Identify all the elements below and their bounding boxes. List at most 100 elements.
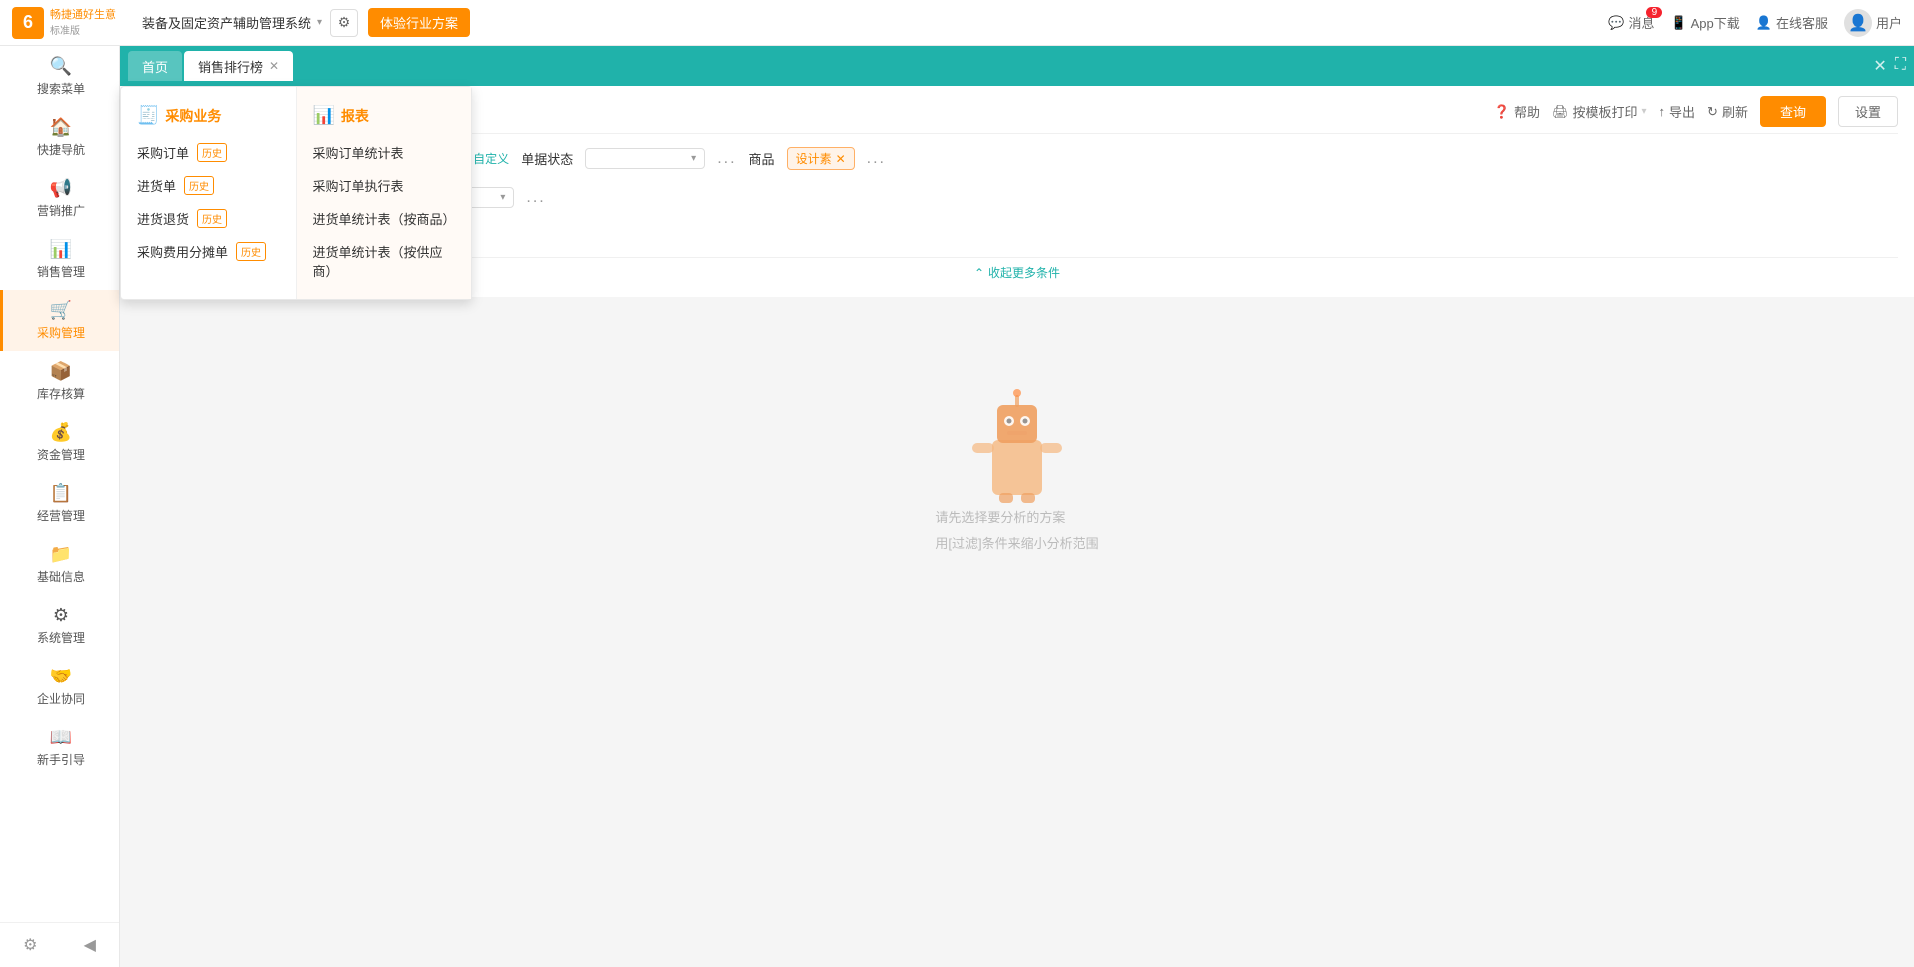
tab-window-controls: ✕ ⛶ bbox=[1873, 56, 1906, 76]
dropdown-item-purchase-cost[interactable]: 采购费用分摊单 历史 bbox=[121, 235, 296, 268]
user-label: 用户 bbox=[1876, 13, 1902, 32]
app-download-item[interactable]: 📱 App下载 bbox=[1670, 13, 1739, 32]
sidebar-item-marketing[interactable]: 📢 营销推广 bbox=[0, 168, 119, 229]
sidebar-item-operation[interactable]: 📋 经营管理 bbox=[0, 473, 119, 534]
sidebar-item-enterprise[interactable]: 🤝 企业协同 bbox=[0, 656, 119, 717]
gear-button[interactable]: ⚙ bbox=[330, 9, 358, 37]
sidebar-item-purchase[interactable]: 🛒 采购管理 bbox=[0, 290, 119, 351]
date-custom-link[interactable]: 自定义 bbox=[473, 150, 509, 167]
salesperson-arrow-icon: ▾ bbox=[500, 192, 505, 203]
system-title: 装备及固定资产辅助管理系统 bbox=[142, 13, 311, 32]
finance-icon: 💰 bbox=[50, 422, 72, 443]
order-stats-label: 采购订单统计表 bbox=[313, 143, 404, 162]
sidebar-label-search: 搜索菜单 bbox=[37, 80, 85, 97]
logo-icon: 6 bbox=[12, 7, 44, 39]
tab-home-label: 首页 bbox=[142, 57, 168, 76]
purchase-icon: 🛒 bbox=[50, 300, 72, 321]
goods-dots[interactable]: ... bbox=[867, 150, 886, 168]
voucher-status-arrow-icon: ▾ bbox=[691, 153, 696, 164]
industry-button[interactable]: 体验行业方案 bbox=[368, 8, 470, 37]
dropdown-item-receipt-stats-supplier[interactable]: 进货单统计表（按供应商） bbox=[297, 235, 472, 287]
print-button[interactable]: 🖨 按模板打印 ▾ bbox=[1552, 102, 1647, 121]
dropdown-item-receipt-stats-goods[interactable]: 进货单统计表（按商品） bbox=[297, 202, 472, 235]
service-icon: 👤 bbox=[1756, 15, 1772, 31]
tab-bar: 首页 销售排行榜 ✕ ✕ ⛶ bbox=[120, 46, 1914, 86]
goods-return-label: 进货退货 bbox=[137, 209, 189, 228]
tab-close-icon[interactable]: ✕ bbox=[269, 59, 279, 73]
goods-label: 商品 bbox=[749, 149, 775, 168]
dropdown-report-header: 📊 报表 bbox=[297, 99, 472, 136]
empty-hint-2: 用[过滤]条件来缩小分析范围 bbox=[935, 531, 1098, 557]
report-col-icon: 📊 bbox=[313, 105, 335, 126]
sidebar-label-newbie: 新手引导 bbox=[37, 751, 85, 768]
logo-text-block: 畅捷通好生意 标准版 bbox=[50, 8, 116, 37]
sidebar-label-marketing: 营销推广 bbox=[37, 202, 85, 219]
online-service-item[interactable]: 👤 在线客服 bbox=[1756, 13, 1828, 32]
print-icon: 🖨 bbox=[1552, 104, 1569, 120]
sidebar-item-inventory[interactable]: 📦 库存核算 bbox=[0, 351, 119, 412]
sidebar-item-sales[interactable]: 📊 销售管理 bbox=[0, 229, 119, 290]
maximize-window-icon[interactable]: ⛶ bbox=[1895, 56, 1906, 76]
sidebar-item-newbie[interactable]: 📖 新手引导 bbox=[0, 717, 119, 778]
report-col-title: 报表 bbox=[341, 106, 369, 126]
settings-button[interactable]: 设置 bbox=[1838, 96, 1898, 127]
sidebar-settings-btn[interactable]: ⚙ bbox=[15, 931, 45, 959]
system-title-area: 装备及固定资产辅助管理系统 ▾ ⚙ 体验行业方案 bbox=[142, 8, 1608, 37]
help-button[interactable]: ❓ 帮助 bbox=[1494, 102, 1540, 121]
goods-tag-close-icon[interactable]: ✕ bbox=[836, 152, 846, 166]
sidebar-label-enterprise: 企业协同 bbox=[37, 690, 85, 707]
logo-edition: 标准版 bbox=[50, 22, 116, 37]
refresh-button[interactable]: ↻ 刷新 bbox=[1707, 102, 1748, 121]
empty-illustration bbox=[957, 385, 1077, 505]
tab-sales-rank-label: 销售排行榜 bbox=[198, 57, 263, 76]
export-button[interactable]: ↑ 导出 bbox=[1659, 102, 1696, 121]
goods-receipt-history-badge: 历史 bbox=[184, 176, 214, 195]
newbie-icon: 📖 bbox=[50, 727, 72, 748]
sidebar-item-quick-nav[interactable]: 🏠 快捷导航 bbox=[0, 107, 119, 168]
purchase-col-title: 采购业务 bbox=[165, 106, 221, 126]
title-dropdown-arrow[interactable]: ▾ bbox=[317, 17, 322, 28]
close-window-icon[interactable]: ✕ bbox=[1873, 56, 1886, 76]
sidebar-label-sales: 销售管理 bbox=[37, 263, 85, 280]
goods-tag[interactable]: 设计素 ✕ bbox=[787, 147, 855, 170]
search-icon: 🔍 bbox=[50, 56, 72, 77]
top-header: 6 畅捷通好生意 标准版 装备及固定资产辅助管理系统 ▾ ⚙ 体验行业方案 💬 … bbox=[0, 0, 1914, 46]
dropdown-item-order-exec[interactable]: 采购订单执行表 bbox=[297, 169, 472, 202]
header-right: 💬 消息 9 📱 App下载 👤 在线客服 👤 用户 bbox=[1608, 9, 1902, 37]
purchase-cost-label: 采购费用分摊单 bbox=[137, 242, 228, 261]
dropdown-purchase-header: 🧾 采购业务 bbox=[121, 99, 296, 136]
messages-icon-item[interactable]: 💬 消息 9 bbox=[1608, 13, 1654, 32]
phone-icon: 📱 bbox=[1670, 15, 1686, 31]
logo-text: 畅捷通好生意 bbox=[50, 8, 116, 22]
sidebar-item-search[interactable]: 🔍 搜索菜单 bbox=[0, 46, 119, 107]
voucher-status-label: 单据状态 bbox=[521, 149, 573, 168]
sidebar-item-finance[interactable]: 💰 资金管理 bbox=[0, 412, 119, 473]
purchase-order-label: 采购订单 bbox=[137, 143, 189, 162]
tab-home[interactable]: 首页 bbox=[128, 51, 182, 81]
dropdown-item-purchase-order[interactable]: 采购订单 历史 bbox=[121, 136, 296, 169]
sidebar-label-basic: 基础信息 bbox=[37, 568, 85, 585]
user-avatar: 👤 bbox=[1844, 9, 1872, 37]
goods-return-history-badge: 历史 bbox=[197, 209, 227, 228]
dropdown-menu: 🧾 采购业务 采购订单 历史 进货单 历史 进货退货 历史 采购费用分摊单 历史… bbox=[120, 86, 472, 300]
dropdown-item-goods-receipt[interactable]: 进货单 历史 bbox=[121, 169, 296, 202]
refresh-icon: ↻ bbox=[1707, 104, 1718, 120]
voucher-status-dots[interactable]: ... bbox=[717, 150, 736, 168]
user-item[interactable]: 👤 用户 bbox=[1844, 9, 1902, 37]
sidebar-item-basic[interactable]: 📁 基础信息 bbox=[0, 534, 119, 595]
sidebar-collapse-btn[interactable]: ◀ bbox=[76, 931, 104, 959]
collapse-label: 收起更多条件 bbox=[988, 264, 1060, 281]
dropdown-item-order-stats[interactable]: 采购订单统计表 bbox=[297, 136, 472, 169]
sidebar-item-system[interactable]: ⚙ 系统管理 bbox=[0, 595, 119, 656]
dropdown-item-goods-return[interactable]: 进货退货 历史 bbox=[121, 202, 296, 235]
dropdown-purchase-col: 🧾 采购业务 采购订单 历史 进货单 历史 进货退货 历史 采购费用分摊单 历史 bbox=[121, 87, 297, 299]
empty-hint-1: 请先选择要分析的方案 bbox=[935, 505, 1098, 531]
sidebar-bottom: ⚙ ◀ bbox=[0, 922, 119, 967]
goods-receipt-label: 进货单 bbox=[137, 176, 176, 195]
tab-sales-rank[interactable]: 销售排行榜 ✕ bbox=[184, 51, 293, 81]
sidebar-label-finance: 资金管理 bbox=[37, 446, 85, 463]
voucher-status-select[interactable]: ▾ bbox=[585, 148, 705, 169]
sidebar-label-purchase: 采购管理 bbox=[37, 324, 85, 341]
query-button[interactable]: 查询 bbox=[1760, 96, 1826, 127]
salesperson-dots[interactable]: ... bbox=[526, 189, 545, 207]
